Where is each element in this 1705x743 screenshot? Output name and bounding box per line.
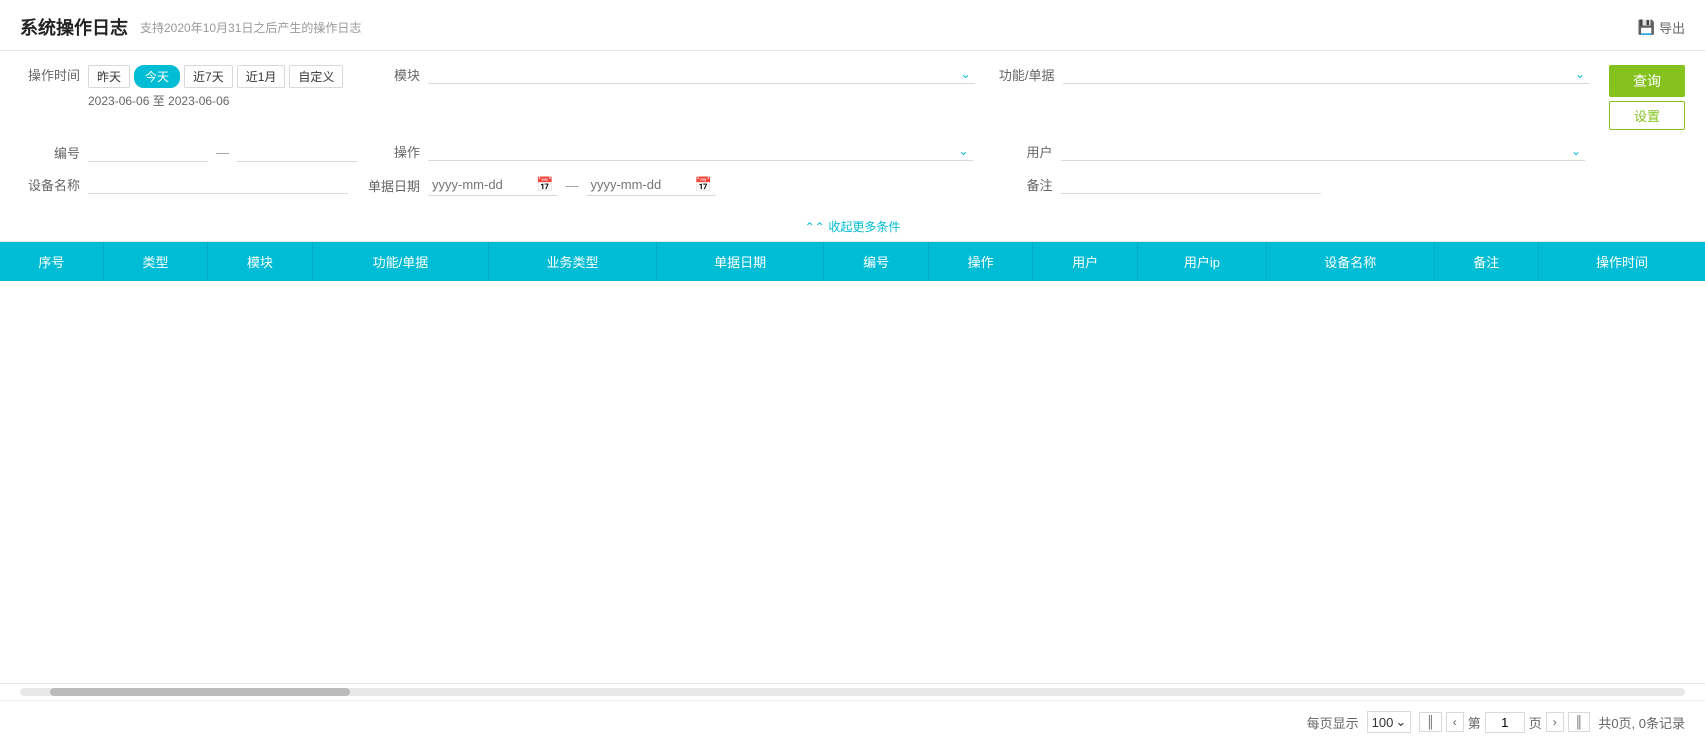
operation-select[interactable]: ⌄ (428, 142, 973, 161)
function-label: 功能/单据 (975, 65, 1055, 84)
time-btn-7days[interactable]: 近7天 (184, 65, 233, 88)
time-btn-today[interactable]: 今天 (134, 65, 180, 88)
function-chevron-icon: ⌄ (1575, 67, 1585, 81)
time-filter-content: 昨天 今天 近7天 近1月 自定义 2023-06-06 至 2023-06-0… (88, 65, 343, 109)
number-label: 编号 (20, 143, 80, 162)
time-btn-custom[interactable]: 自定义 (289, 65, 343, 88)
module-select[interactable]: ⌄ (428, 65, 975, 84)
page-size-value: 100 (1372, 715, 1394, 730)
col-user: 用户 (1033, 242, 1137, 281)
col-device: 设备名称 (1266, 242, 1434, 281)
user-select[interactable]: ⌄ (1061, 142, 1586, 161)
time-btn-1month[interactable]: 近1月 (237, 65, 286, 88)
table-container: 序号 类型 模块 功能/单据 业务类型 单据日期 编号 操作 用户 用户ip 设… (0, 242, 1705, 683)
export-label: 导出 (1659, 18, 1685, 37)
page-header: 系统操作日志 支持2020年10月31日之后产生的操作日志 💾 导出 (0, 0, 1705, 51)
action-buttons: 查询 设置 (1609, 65, 1685, 130)
time-btn-yesterday[interactable]: 昨天 (88, 65, 130, 88)
collapse-label: 收起更多条件 (828, 220, 900, 234)
col-user-ip: 用户ip (1137, 242, 1266, 281)
settings-button[interactable]: 设置 (1609, 101, 1685, 130)
module-label: 模块 (360, 65, 420, 84)
module-chevron-icon: ⌄ (960, 67, 970, 81)
operation-label: 操作 (360, 142, 420, 161)
prev-page-button[interactable]: ‹ (1446, 712, 1464, 732)
remark-label: 备注 (973, 175, 1053, 194)
scrollbar-track[interactable] (20, 688, 1685, 696)
col-index: 序号 (0, 242, 103, 281)
query-button[interactable]: 查询 (1609, 65, 1685, 97)
date-from-wrap: 📅 (428, 174, 557, 196)
page-subtitle: 支持2020年10月31日之后产生的操作日志 (140, 19, 361, 36)
col-biz-type: 业务类型 (489, 242, 657, 281)
col-type: 类型 (103, 242, 207, 281)
operation-section: 操作 ⌄ (360, 142, 973, 161)
operation-time-label: 操作时间 (20, 65, 80, 84)
function-select[interactable]: ⌄ (1063, 65, 1590, 84)
voucher-date-label: 单据日期 (360, 176, 420, 195)
page-input-wrap: 第 页 (1468, 712, 1542, 733)
page-suffix-label: 页 (1529, 713, 1542, 732)
calendar-to-icon[interactable]: 📅 (694, 176, 711, 193)
col-number: 编号 (824, 242, 928, 281)
filter-row-2: 编号 — 操作 ⌄ 用户 (20, 142, 1685, 162)
col-remark: 备注 (1434, 242, 1538, 281)
device-section: 设备名称 (20, 174, 360, 194)
remark-section: 备注 (973, 174, 1586, 194)
date-to-wrap: 📅 (586, 174, 715, 196)
voucher-date-section: 单据日期 📅 — 📅 (360, 174, 973, 196)
number-section: 编号 — (20, 142, 360, 162)
filter-row-1: 操作时间 昨天 今天 近7天 近1月 自定义 2023-06-06 至 2023… (20, 65, 1685, 130)
table-header: 序号 类型 模块 功能/单据 业务类型 单据日期 编号 操作 用户 用户ip 设… (0, 242, 1705, 281)
pagination: 每页显示 100 ⌄ ║ ‹ 第 页 › ║ 共0页, 0条记录 (0, 700, 1705, 743)
date-from-input[interactable] (432, 177, 532, 192)
empty-area (0, 281, 1705, 661)
col-module: 模块 (208, 242, 312, 281)
scrollbar-thumb[interactable] (50, 688, 350, 696)
collapse-icon: ⌃⌃ (805, 220, 825, 234)
scrollbar-area (0, 683, 1705, 700)
export-icon: 💾 (1638, 19, 1655, 36)
col-op-time: 操作时间 (1539, 242, 1705, 281)
operation-chevron-icon: ⌄ (958, 144, 968, 158)
page-size-select[interactable]: 100 ⌄ (1367, 711, 1412, 733)
page-number-input[interactable] (1485, 712, 1525, 733)
export-button[interactable]: 💾 导出 (1638, 18, 1685, 37)
number-dash: — (216, 145, 229, 160)
first-page-button[interactable]: ║ (1419, 712, 1442, 732)
pagination-nav: ║ ‹ 第 页 › ║ (1419, 712, 1590, 733)
date-to-input[interactable] (590, 177, 690, 192)
collapse-bar[interactable]: ⌃⌃ 收起更多条件 (0, 212, 1705, 242)
user-label: 用户 (973, 142, 1053, 161)
table-header-row: 序号 类型 模块 功能/单据 业务类型 单据日期 编号 操作 用户 用户ip 设… (0, 242, 1705, 281)
time-buttons: 昨天 今天 近7天 近1月 自定义 (88, 65, 343, 88)
date-range-text: 2023-06-06 至 2023-06-06 (88, 92, 343, 109)
device-input[interactable] (88, 174, 348, 194)
page-prefix-label: 第 (1468, 713, 1481, 732)
page-size-chevron-icon: ⌄ (1395, 714, 1406, 730)
col-function: 功能/单据 (312, 242, 488, 281)
number-input-to[interactable] (237, 142, 357, 162)
function-section: 功能/单据 ⌄ (975, 65, 1590, 84)
total-text: 共0页, 0条记录 (1598, 713, 1685, 732)
device-label: 设备名称 (20, 175, 80, 194)
user-chevron-icon: ⌄ (1571, 144, 1581, 158)
page-title: 系统操作日志 (20, 14, 128, 40)
user-section: 用户 ⌄ (973, 142, 1586, 161)
operation-time-section: 操作时间 昨天 今天 近7天 近1月 自定义 2023-06-06 至 2023… (20, 65, 360, 109)
remark-input[interactable] (1061, 174, 1321, 194)
date-dash: — (565, 178, 578, 193)
data-table: 序号 类型 模块 功能/单据 业务类型 单据日期 编号 操作 用户 用户ip 设… (0, 242, 1705, 281)
number-input-from[interactable] (88, 142, 208, 162)
module-section: 模块 ⌄ (360, 65, 975, 84)
filter-row-3: 设备名称 单据日期 📅 — 📅 (20, 174, 1685, 196)
header-left: 系统操作日志 支持2020年10月31日之后产生的操作日志 (20, 14, 361, 40)
col-operation: 操作 (928, 242, 1032, 281)
page-size-label: 每页显示 (1307, 713, 1359, 732)
col-voucher-date: 单据日期 (656, 242, 824, 281)
filter-section: 操作时间 昨天 今天 近7天 近1月 自定义 2023-06-06 至 2023… (0, 51, 1705, 242)
last-page-button[interactable]: ║ (1568, 712, 1591, 732)
next-page-button[interactable]: › (1546, 712, 1564, 732)
calendar-from-icon[interactable]: 📅 (536, 176, 553, 193)
